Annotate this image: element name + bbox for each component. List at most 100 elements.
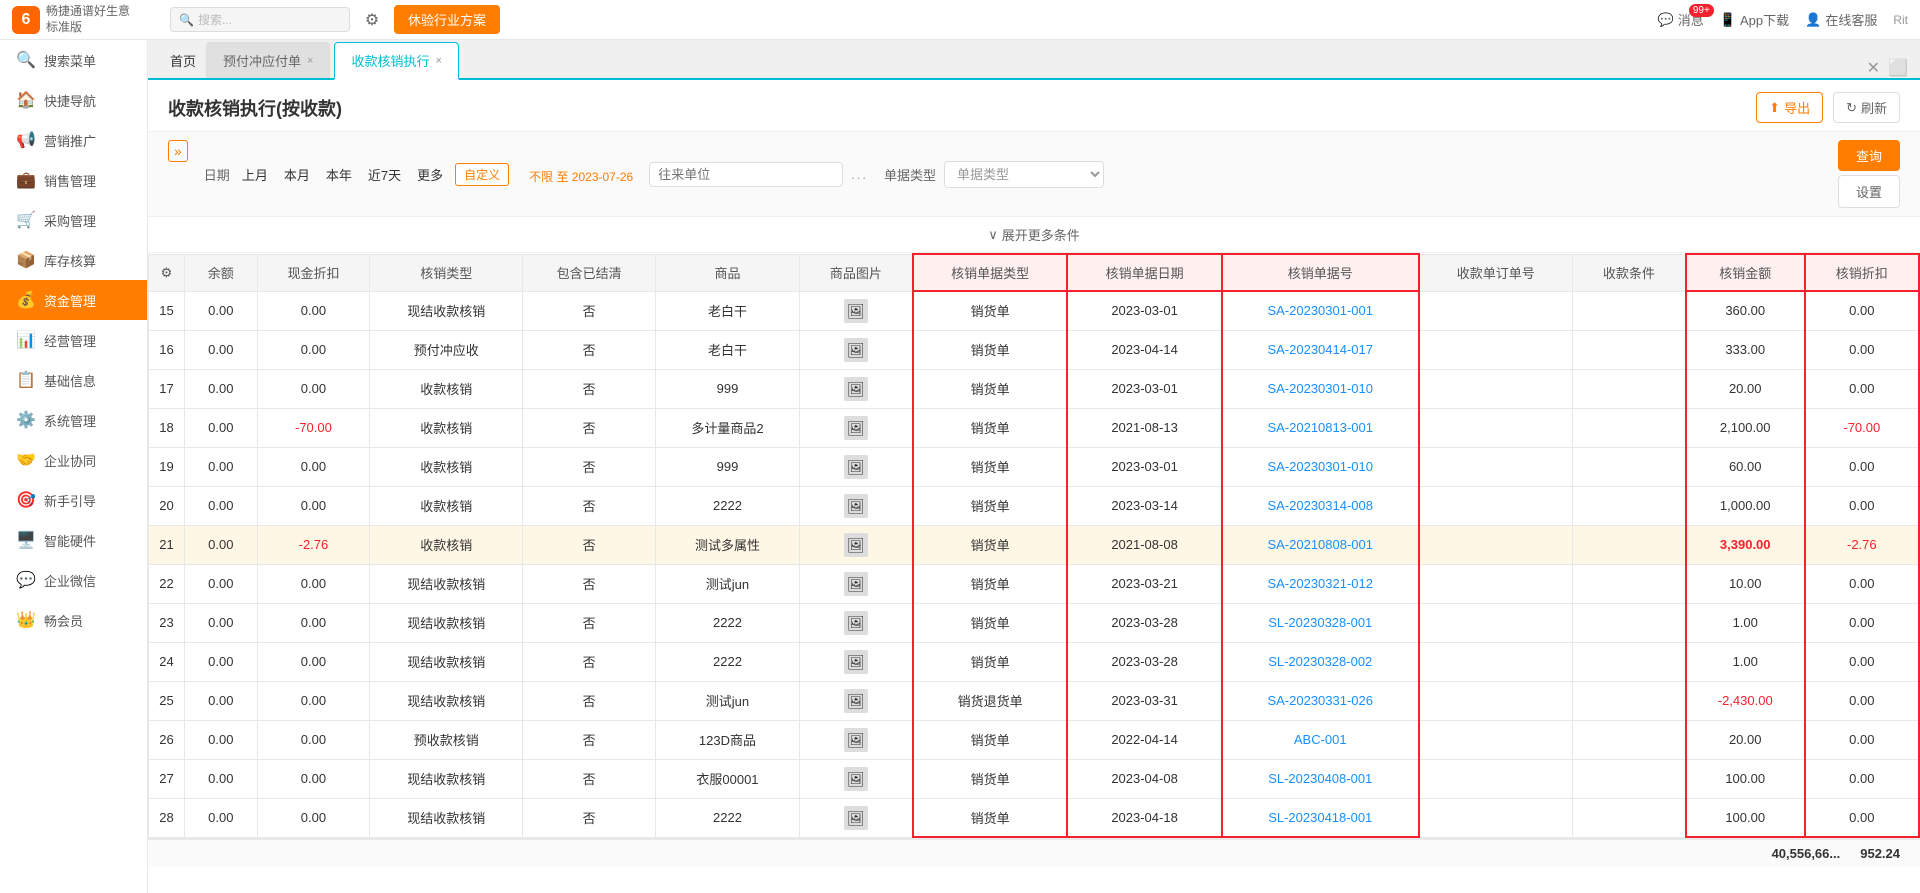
app-download-button[interactable]: 📱 App下载 (1720, 10, 1789, 29)
voucher-link[interactable]: SL-20230408-001 (1268, 771, 1372, 786)
row-type: 收款核销 (370, 408, 523, 447)
tab-writeoff-close[interactable]: × (435, 55, 441, 67)
sidebar-item-sales[interactable]: 💼 销售管理 (0, 160, 147, 200)
voucher-link[interactable]: SA-20230314-008 (1267, 498, 1373, 513)
col-goods: 商品 (655, 254, 799, 291)
tab-home[interactable]: 首页 (160, 43, 206, 78)
partner-input[interactable] (649, 162, 843, 187)
row-voucher-no: SA-20230414-017 (1222, 330, 1419, 369)
sidebar-item-operations[interactable]: 📊 经营管理 (0, 320, 147, 360)
voucher-link[interactable]: SL-20230418-001 (1268, 810, 1372, 825)
date-prev-btn[interactable]: 上月 (238, 163, 272, 186)
row-no: 27 (149, 759, 185, 798)
voucher-link[interactable]: SL-20230328-002 (1268, 654, 1372, 669)
voucher-label: 单据类型 (884, 165, 936, 184)
row-cash-discount: 0.00 (257, 759, 370, 798)
row-balance: 0.00 (185, 798, 258, 837)
row-cash-discount: 0.00 (257, 720, 370, 759)
sidebar-item-finance[interactable]: 💰 资金管理 (0, 280, 147, 320)
maximize-icon[interactable]: ⬜ (1888, 58, 1908, 78)
row-goods: 999 (655, 447, 799, 486)
notification-button[interactable]: 💬 消息 99+ (1658, 10, 1704, 29)
row-included: 否 (523, 369, 656, 408)
row-voucher-no: SA-20230301-001 (1222, 291, 1419, 330)
global-search[interactable]: 🔍 搜索... (170, 7, 350, 32)
voucher-link[interactable]: SA-20230301-001 (1267, 303, 1373, 318)
voucher-link[interactable]: ABC-001 (1294, 732, 1347, 747)
sidebar-item-guide[interactable]: 🎯 新手引导 (0, 480, 147, 520)
voucher-link[interactable]: SA-20230301-010 (1267, 459, 1373, 474)
row-voucher-date: 2023-03-21 (1067, 564, 1221, 603)
sidebar-item-collab[interactable]: 🤝 企业协同 (0, 440, 147, 480)
row-voucher-date: 2023-04-08 (1067, 759, 1221, 798)
row-order-no (1419, 564, 1573, 603)
footer-amount-label: 40,556,66... (1772, 846, 1841, 861)
sidebar-item-member[interactable]: 👑 畅会员 (0, 600, 147, 640)
sidebar-item-hardware[interactable]: 🖥️ 智能硬件 (0, 520, 147, 560)
data-table: ⚙ 余额 现金折扣 核销类型 包含已结清 商品 商品图片 核销单据类型 核销单据… (148, 253, 1920, 838)
collapse-arrow[interactable]: » (168, 140, 188, 162)
settings-icon[interactable]: ⚙ (358, 6, 386, 34)
voucher-link[interactable]: SA-20230321-012 (1267, 576, 1373, 591)
sidebar-item-weixin[interactable]: 💬 企业微信 (0, 560, 147, 600)
partner-filter-group: ... (649, 162, 868, 187)
row-condition (1572, 369, 1686, 408)
row-balance: 0.00 (185, 681, 258, 720)
row-balance: 0.00 (185, 759, 258, 798)
query-button[interactable]: 查询 (1838, 140, 1900, 171)
sidebar-item-inventory[interactable]: 📦 库存核算 (0, 240, 147, 280)
table-row: 170.000.00收款核销否999🖼销货单2023-03-01SA-20230… (149, 369, 1920, 408)
sidebar-label-sales: 销售管理 (44, 171, 96, 190)
row-no: 16 (149, 330, 185, 369)
table-row: 230.000.00现结收款核销否2222🖼销货单2023-03-28SL-20… (149, 603, 1920, 642)
sidebar-item-system[interactable]: ⚙️ 系统管理 (0, 400, 147, 440)
refresh-button[interactable]: ↻ 刷新 (1833, 92, 1900, 123)
voucher-type-select[interactable]: 单据类型 (944, 161, 1104, 188)
row-no: 15 (149, 291, 185, 330)
tab-prepay[interactable]: 预付冲应付单 × (206, 42, 330, 78)
row-cash-discount: 0.00 (257, 330, 370, 369)
row-discount: 0.00 (1805, 291, 1919, 330)
row-balance: 0.00 (185, 447, 258, 486)
date-week-btn[interactable]: 近7天 (364, 163, 405, 186)
industry-button[interactable]: 休验行业方案 (394, 5, 500, 34)
tab-bar: 首页 预付冲应付单 × 收款核销执行 × ✕ ⬜ (148, 40, 1920, 80)
sidebar-item-purchase[interactable]: 🛒 采购管理 (0, 200, 147, 240)
row-voucher-no: SL-20230418-001 (1222, 798, 1419, 837)
date-more-btn[interactable]: 更多 (413, 163, 447, 186)
voucher-link[interactable]: SL-20230328-001 (1268, 615, 1372, 630)
search-menu-icon: 🔍 (16, 50, 36, 70)
row-type: 收款核销 (370, 369, 523, 408)
date-year-btn[interactable]: 本年 (322, 163, 356, 186)
online-service-button[interactable]: 👤 在线客服 (1805, 10, 1877, 29)
voucher-link[interactable]: SA-20230331-026 (1267, 693, 1373, 708)
close-window-icon[interactable]: ✕ (1867, 58, 1880, 78)
expand-button[interactable]: ∨ 展开更多条件 (980, 221, 1088, 248)
tab-writeoff[interactable]: 收款核销执行 × (334, 42, 458, 80)
voucher-link[interactable]: SA-20210808-001 (1267, 537, 1373, 552)
date-custom-btn[interactable]: 自定义 (455, 163, 509, 186)
row-voucher-date: 2023-04-18 (1067, 798, 1221, 837)
sidebar-item-basics[interactable]: 📋 基础信息 (0, 360, 147, 400)
row-type: 预收款核销 (370, 720, 523, 759)
voucher-link[interactable]: SA-20210813-001 (1267, 420, 1373, 435)
sales-icon: 💼 (16, 170, 36, 190)
voucher-link[interactable]: SA-20230414-017 (1267, 342, 1373, 357)
sidebar-label-guide: 新手引导 (44, 491, 96, 510)
export-button[interactable]: ⬆ 导出 (1756, 92, 1823, 123)
search-icon: 🔍 (179, 13, 194, 27)
voucher-link[interactable]: SA-20230301-010 (1267, 381, 1373, 396)
top-bar-mid: 🔍 搜索... ⚙ 休验行业方案 (170, 5, 1648, 34)
table-settings-button[interactable]: 设置 (1838, 175, 1900, 208)
tab-prepay-close[interactable]: × (307, 55, 313, 67)
col-included: 包含已结清 (523, 254, 656, 291)
sidebar-item-marketing[interactable]: 📢 营销推广 (0, 120, 147, 160)
date-cur-btn[interactable]: 本月 (280, 163, 314, 186)
sidebar-item-quicknav[interactable]: 🏠 快捷导航 (0, 80, 147, 120)
row-no: 28 (149, 798, 185, 837)
service-icon: 👤 (1805, 12, 1821, 28)
sidebar-item-search[interactable]: 🔍 搜索菜单 (0, 40, 147, 80)
row-balance: 0.00 (185, 486, 258, 525)
col-settings[interactable]: ⚙ (149, 254, 185, 291)
hardware-icon: 🖥️ (16, 530, 36, 550)
